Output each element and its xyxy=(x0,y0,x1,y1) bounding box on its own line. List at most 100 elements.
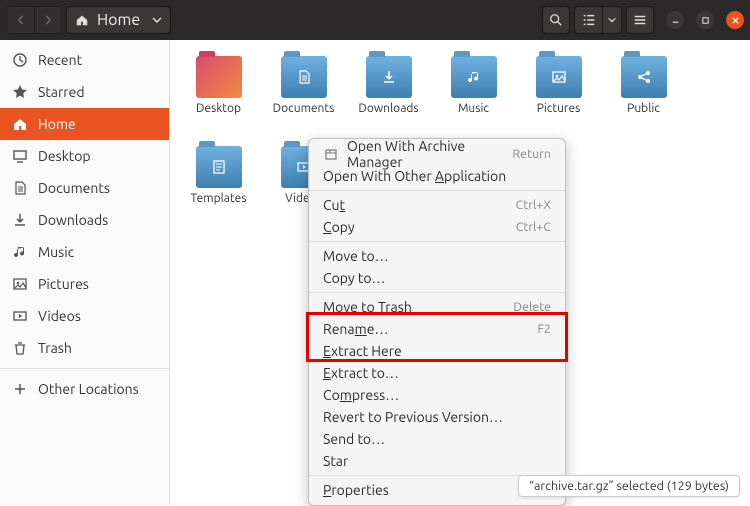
folder-desktop[interactable]: Desktop xyxy=(176,50,261,140)
file-label: Documents xyxy=(273,102,335,115)
template-icon xyxy=(196,146,242,188)
star-icon xyxy=(12,84,28,100)
sidebar-item-trash[interactable]: Trash xyxy=(0,332,169,364)
nav-buttons xyxy=(6,6,62,34)
search-button[interactable] xyxy=(542,6,570,34)
music-icon xyxy=(451,56,497,98)
menu-item-label: Extract Here xyxy=(323,343,402,359)
headerbar: Home xyxy=(0,0,750,40)
sidebar-item-label: Videos xyxy=(38,308,81,324)
download-icon xyxy=(12,212,28,228)
menu-item-accel: Ctrl+C xyxy=(516,220,551,234)
menu-item-label: Move to… xyxy=(323,248,389,264)
view-dropdown-button[interactable] xyxy=(602,6,622,34)
sidebar-item-home[interactable]: Home xyxy=(0,108,169,140)
sidebar-item-label: Desktop xyxy=(38,148,91,164)
menu-item-label: Rename… xyxy=(323,321,388,337)
doc-icon xyxy=(281,56,327,98)
video-icon xyxy=(12,308,28,324)
folder-icon xyxy=(196,56,242,98)
view-buttons xyxy=(574,6,622,34)
menu-item-label: Move to Trash xyxy=(323,299,412,315)
menu-item-rename[interactable]: Rename… F2 xyxy=(309,318,565,340)
menu-item-label: Send to… xyxy=(323,431,385,447)
path-bar[interactable]: Home xyxy=(66,6,171,34)
menu-item-accel: Ctrl+X xyxy=(516,198,551,212)
menu-item-label: Open With Other Application xyxy=(323,168,506,184)
maximize-button[interactable] xyxy=(696,11,714,29)
picture-icon xyxy=(12,276,28,292)
sidebar-item-label: Home xyxy=(38,116,76,132)
folder-downloads[interactable]: Downloads xyxy=(346,50,431,140)
menu-item-label: Extract to… xyxy=(323,365,399,381)
archive-app-icon xyxy=(323,146,339,162)
sidebar-item-videos[interactable]: Videos xyxy=(0,300,169,332)
sidebar-item-pictures[interactable]: Pictures xyxy=(0,268,169,300)
menu-item-cut[interactable]: CutCtrl+X xyxy=(309,194,565,216)
menu-item-accel: Return xyxy=(512,147,551,161)
menu-item-label: Open With Archive Manager xyxy=(347,138,512,170)
sidebar-item-music[interactable]: Music xyxy=(0,236,169,268)
menu-item-label: Properties xyxy=(323,482,389,498)
clock-icon xyxy=(12,52,28,68)
sidebar-item-label: Trash xyxy=(38,340,72,356)
menu-item-accel: F2 xyxy=(537,322,551,336)
trash-icon xyxy=(12,340,28,356)
menu-item-open-with-archive-manager[interactable]: Open With Archive ManagerReturn xyxy=(309,143,565,165)
menu-button[interactable] xyxy=(626,6,654,34)
close-button[interactable] xyxy=(726,11,744,29)
menu-item-accel: Delete xyxy=(513,300,551,314)
sidebar-item-label: Starred xyxy=(38,84,85,100)
menu-item-star[interactable]: Star xyxy=(309,450,565,472)
desktop-icon xyxy=(12,148,28,164)
file-label: Music xyxy=(458,102,489,115)
download-icon xyxy=(366,56,412,98)
menu-item-label: Copy xyxy=(323,219,355,235)
sidebar-item-desktop[interactable]: Desktop xyxy=(0,140,169,172)
doc-icon xyxy=(12,180,28,196)
menu-item-open-with-other-application[interactable]: Open With Other Application xyxy=(309,165,565,187)
music-icon xyxy=(12,244,28,260)
menu-item-label: Copy to… xyxy=(323,270,385,286)
menu-item-label: Star xyxy=(323,453,348,469)
forward-button[interactable] xyxy=(34,6,62,34)
home-icon xyxy=(12,116,28,132)
menu-item-copy-to[interactable]: Copy to… xyxy=(309,267,565,289)
list-view-button[interactable] xyxy=(574,6,602,34)
minimize-button[interactable] xyxy=(666,11,684,29)
folder-public[interactable]: Public xyxy=(601,50,686,140)
sidebar-item-recent[interactable]: Recent xyxy=(0,44,169,76)
plus-icon xyxy=(12,381,28,397)
menu-item-label: Revert to Previous Version… xyxy=(323,409,503,425)
menu-item-label: Compress… xyxy=(323,387,399,403)
menu-item-extract-here[interactable]: Extract Here xyxy=(309,340,565,362)
sidebar-item-downloads[interactable]: Downloads xyxy=(0,204,169,236)
sidebar-item-starred[interactable]: Starred xyxy=(0,76,169,108)
chevron-down-icon xyxy=(152,15,162,25)
sidebar-item-label: Other Locations xyxy=(38,381,139,397)
status-bar: “archive.tar.gz” selected (129 bytes) xyxy=(518,475,740,497)
menu-item-extract-to[interactable]: Extract to… xyxy=(309,362,565,384)
menu-item-compress[interactable]: Compress… xyxy=(309,384,565,406)
file-label: Downloads xyxy=(358,102,418,115)
sidebar-item-other-locations[interactable]: Other Locations xyxy=(0,373,169,405)
menu-item-copy[interactable]: Copy Ctrl+C xyxy=(309,216,565,238)
folder-templates[interactable]: Templates xyxy=(176,140,261,230)
folder-pictures[interactable]: Pictures xyxy=(516,50,601,140)
menu-item-revert-to-previous-version[interactable]: Revert to Previous Version… xyxy=(309,406,565,428)
menu-item-send-to[interactable]: Send to… xyxy=(309,428,565,450)
sidebar-item-label: Music xyxy=(38,244,74,260)
share-icon xyxy=(621,56,667,98)
context-menu: Open With Archive ManagerReturnOpen With… xyxy=(308,138,566,506)
sidebar-item-label: Downloads xyxy=(38,212,108,228)
sidebar-item-documents[interactable]: Documents xyxy=(0,172,169,204)
home-icon xyxy=(75,13,89,27)
menu-item-move-to[interactable]: Move to… xyxy=(309,245,565,267)
back-button[interactable] xyxy=(6,6,34,34)
folder-documents[interactable]: Documents xyxy=(261,50,346,140)
file-label: Desktop xyxy=(196,102,241,115)
menu-item-move-to-trash[interactable]: Move to Trash Delete xyxy=(309,296,565,318)
folder-music[interactable]: Music xyxy=(431,50,516,140)
sidebar-item-label: Documents xyxy=(38,180,110,196)
sidebar-item-label: Pictures xyxy=(38,276,89,292)
